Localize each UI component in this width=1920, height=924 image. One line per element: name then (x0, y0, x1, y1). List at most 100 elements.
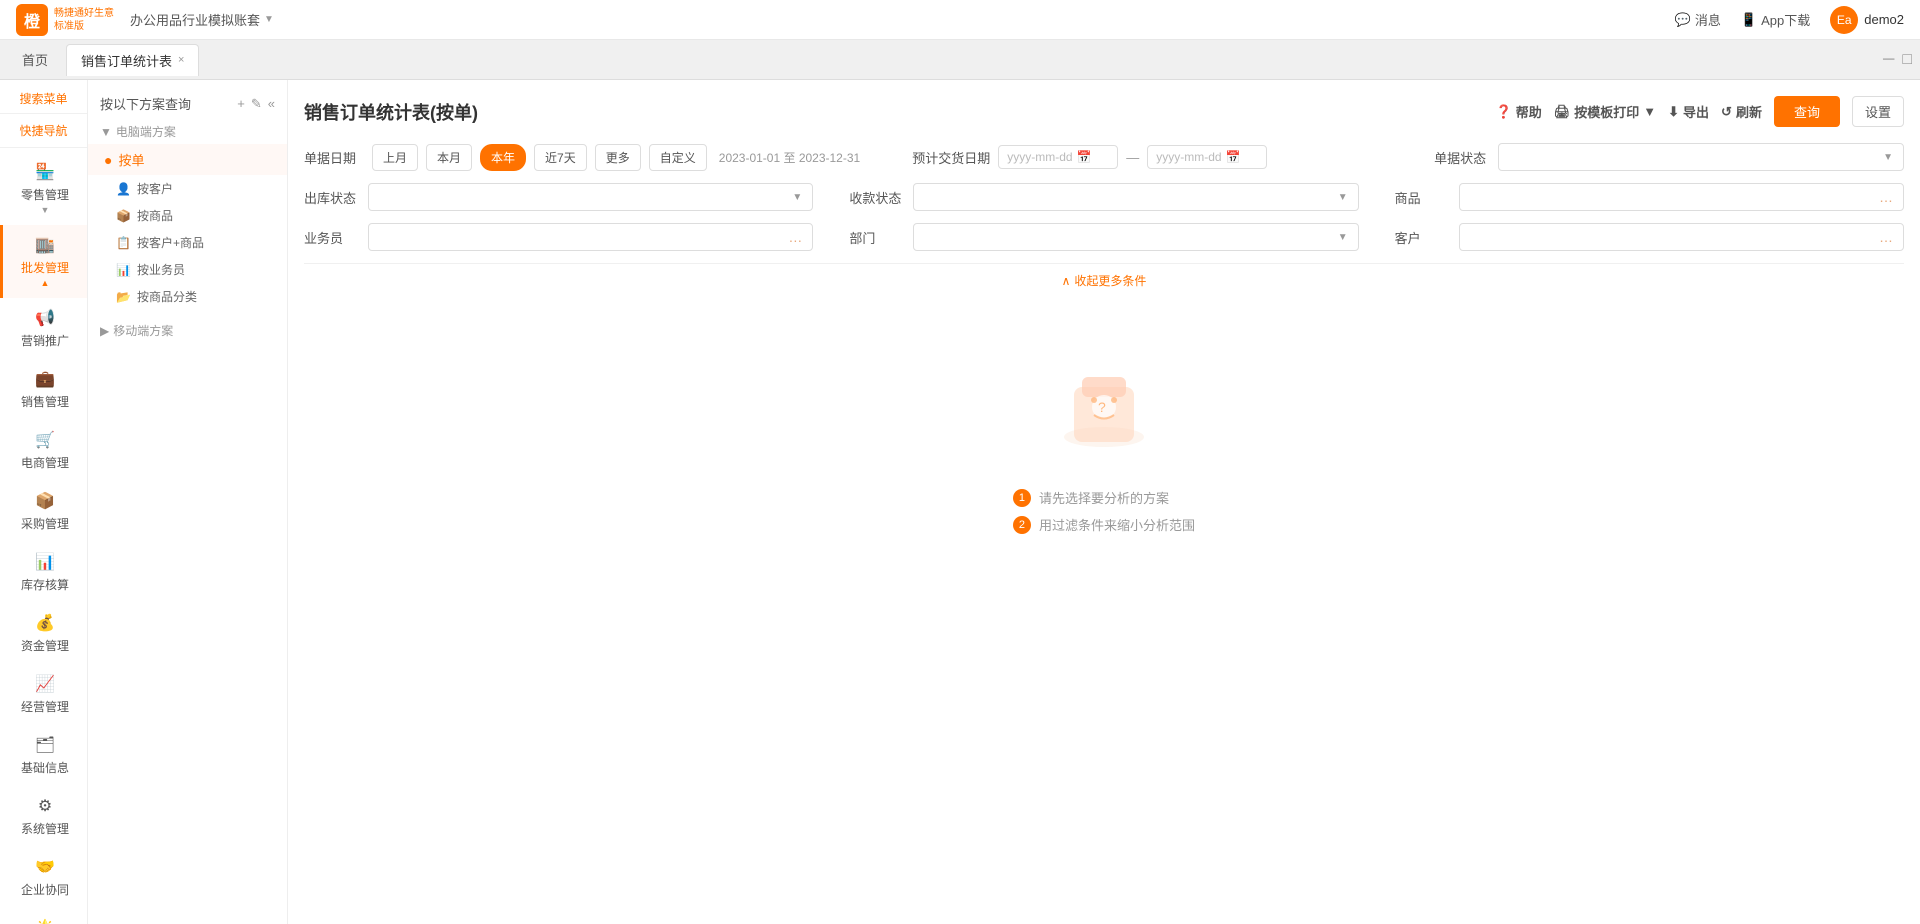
logo-icon: 橙 (16, 4, 48, 36)
mobile-icon: 📱 (1741, 12, 1757, 28)
sidebar-item-purchase[interactable]: 📦 采购管理 (0, 481, 87, 542)
goods-label: 商品 (1395, 188, 1451, 207)
top-menu-title[interactable]: 办公用品行业模拟账套 ▼ (130, 10, 274, 29)
export-icon: ⬇ (1668, 104, 1679, 120)
ship-status-label: 出库状态 (304, 188, 360, 207)
retail-icon: 🏪 (35, 162, 55, 182)
sidebar-item-sales[interactable]: 💼 销售管理 (0, 359, 87, 420)
template-print-btn[interactable]: 🖨 按模板打印 ▼ (1554, 96, 1656, 127)
tab-maximize-btn[interactable]: □ (1902, 51, 1912, 69)
date-btn-more[interactable]: 更多 (595, 144, 641, 171)
sidebar-item-finance[interactable]: 💰 资金管理 (0, 603, 87, 664)
ship-status-col: 出库状态 ▼ (304, 183, 813, 211)
sidebar-item-inventory[interactable]: 📊 库存核算 (0, 542, 87, 603)
scheme-customer-icon: 👤 (116, 182, 131, 196)
sidebar-quick-nav[interactable]: 快捷导航 (0, 114, 87, 148)
app-download-btn[interactable]: 📱 App下载 (1741, 10, 1810, 29)
department-select[interactable]: ▼ (913, 223, 1358, 251)
scheme-by-salesperson[interactable]: 📊 按业务员 (88, 256, 287, 283)
tab-bar: 首页 销售订单统计表 × ─ □ (0, 40, 1920, 80)
scheme-salesperson-icon: 📊 (116, 263, 131, 277)
hint-num-2: 2 (1013, 516, 1031, 534)
marketing-icon: 📢 (35, 308, 55, 328)
svg-text:?: ? (1098, 399, 1106, 415)
logo-area: 橙 畅捷通好生意 标准版 (16, 4, 114, 36)
goods-input[interactable]: … (1459, 183, 1904, 211)
customer-label: 客户 (1395, 228, 1451, 247)
scheme-mobile-section: ▶ 移动端方案 (88, 318, 287, 343)
username: demo2 (1864, 12, 1904, 27)
empty-hint-1: 1 请先选择要分析的方案 (1013, 488, 1195, 507)
ship-status-select[interactable]: ▼ (368, 183, 813, 211)
tab-minimize-btn[interactable]: ─ (1883, 51, 1894, 69)
bill-status-select[interactable]: ▼ (1498, 143, 1904, 171)
date-range-display: 2023-01-01 至 2023-12-31 (719, 149, 860, 166)
sidebar-item-wholesale[interactable]: 🏬 批发管理 ▲ (0, 225, 87, 298)
customer-input[interactable]: … (1459, 223, 1904, 251)
receipt-status-arrow: ▼ (1338, 192, 1348, 203)
customer-more-icon: … (1879, 229, 1893, 245)
date-btn-this-year[interactable]: 本年 (480, 144, 526, 171)
scheme-by-category[interactable]: 📂 按商品分类 (88, 283, 287, 310)
refresh-btn[interactable]: ↺ 刷新 (1721, 96, 1762, 127)
sidebar-item-enterprise[interactable]: 🤝 企业协同 (0, 847, 87, 908)
collapse-icon: ∧ (1062, 274, 1071, 288)
sidebar-item-guide[interactable]: 🌟 新手引导 (0, 908, 87, 924)
tab-bar-controls: ─ □ (1883, 51, 1912, 69)
bill-status-arrow: ▼ (1883, 152, 1893, 163)
date-btn-this-month[interactable]: 本月 (426, 144, 472, 171)
sidebar-item-basic[interactable]: 🗂 基础信息 (0, 725, 87, 786)
add-scheme-btn[interactable]: + (237, 96, 245, 112)
operations-icon: 📈 (35, 674, 55, 694)
scheme-by-product[interactable]: 📦 按商品 (88, 202, 287, 229)
logo-text: 畅捷通好生意 标准版 (54, 7, 114, 33)
salesperson-col: 业务员 … (304, 223, 813, 251)
scheme-by-order[interactable]: ● 按单 (88, 144, 287, 175)
date-btn-last-month[interactable]: 上月 (372, 144, 418, 171)
receipt-status-label: 收款状态 (849, 188, 905, 207)
bill-status-group: 单据状态 ▼ (1434, 143, 1904, 171)
collapse-scheme-btn[interactable]: « (268, 96, 275, 112)
date-btn-7days[interactable]: 近7天 (534, 144, 587, 171)
expected-date-end-input[interactable]: yyyy-mm-dd 📅 (1147, 145, 1267, 169)
page-title-actions: ❓ 帮助 🖨 按模板打印 ▼ ⬇ 导出 ↺ 刷新 (1496, 96, 1904, 127)
calendar-end-icon: 📅 (1226, 150, 1241, 164)
query-btn[interactable]: 查询 (1774, 96, 1840, 127)
goods-more-icon: … (1879, 189, 1893, 205)
guide-icon: 🌟 (35, 918, 55, 924)
help-btn[interactable]: ❓ 帮助 (1496, 96, 1542, 127)
salesperson-input[interactable]: … (368, 223, 813, 251)
tab-home[interactable]: 首页 (8, 44, 62, 76)
sidebar-search[interactable]: 搜索菜单 (0, 80, 87, 114)
sidebar-item-ecommerce[interactable]: 🛒 电商管理 (0, 420, 87, 481)
message-btn[interactable]: 💬 消息 (1675, 10, 1721, 29)
sidebar-item-operations[interactable]: 📈 经营管理 (0, 664, 87, 725)
empty-state: ? 1 请先选择要分析的方案 2 用过滤条件来缩小分析范围 (304, 297, 1904, 594)
receipt-status-select[interactable]: ▼ (913, 183, 1358, 211)
export-btn[interactable]: ⬇ 导出 (1668, 96, 1709, 127)
sidebar-item-system[interactable]: ⚙ 系统管理 (0, 786, 87, 847)
settings-btn[interactable]: 设置 (1852, 96, 1904, 127)
sidebar-item-marketing[interactable]: 📢 营销推广 (0, 298, 87, 359)
expected-date-start-input[interactable]: yyyy-mm-dd 📅 (998, 145, 1118, 169)
scheme-by-customer[interactable]: 👤 按客户 (88, 175, 287, 202)
date-btn-custom[interactable]: 自定义 (649, 144, 707, 171)
tab-sales-order-stats[interactable]: 销售订单统计表 × (66, 44, 199, 76)
help-icon: ❓ (1496, 104, 1512, 120)
user-area[interactable]: Ea demo2 (1830, 6, 1904, 34)
tab-close-btn[interactable]: × (178, 54, 184, 66)
ship-status-arrow: ▼ (792, 192, 802, 203)
filter-row-date: 单据日期 上月 本月 本年 近7天 更多 自定义 2023-01-01 至 20… (304, 143, 1904, 171)
sidebar-item-retail[interactable]: 🏪 零售管理 ▼ (0, 152, 87, 225)
scheme-active-icon: ● (104, 152, 112, 168)
date-separator: — (1126, 150, 1139, 165)
filter-row-status: 出库状态 ▼ 收款状态 ▼ 商品 (304, 183, 1904, 211)
collapse-bar[interactable]: ∧ 收起更多条件 (304, 263, 1904, 297)
scheme-custprod-icon: 📋 (116, 236, 131, 250)
ecommerce-icon: 🛒 (35, 430, 55, 450)
top-bar: 橙 畅捷通好生意 标准版 办公用品行业模拟账套 ▼ 💬 消息 📱 App下载 E… (0, 0, 1920, 40)
scheme-by-cust-prod[interactable]: 📋 按客户+商品 (88, 229, 287, 256)
edit-scheme-btn[interactable]: ✎ (251, 96, 262, 112)
filter-area: 销售订单统计表(按单) ❓ 帮助 🖨 按模板打印 ▼ ⬇ 导出 (288, 80, 1920, 924)
inner-layout: 按以下方案查询 + ✎ « ▼ 电脑端方案 ● 按单 👤 按客户 📦 (88, 80, 1920, 924)
